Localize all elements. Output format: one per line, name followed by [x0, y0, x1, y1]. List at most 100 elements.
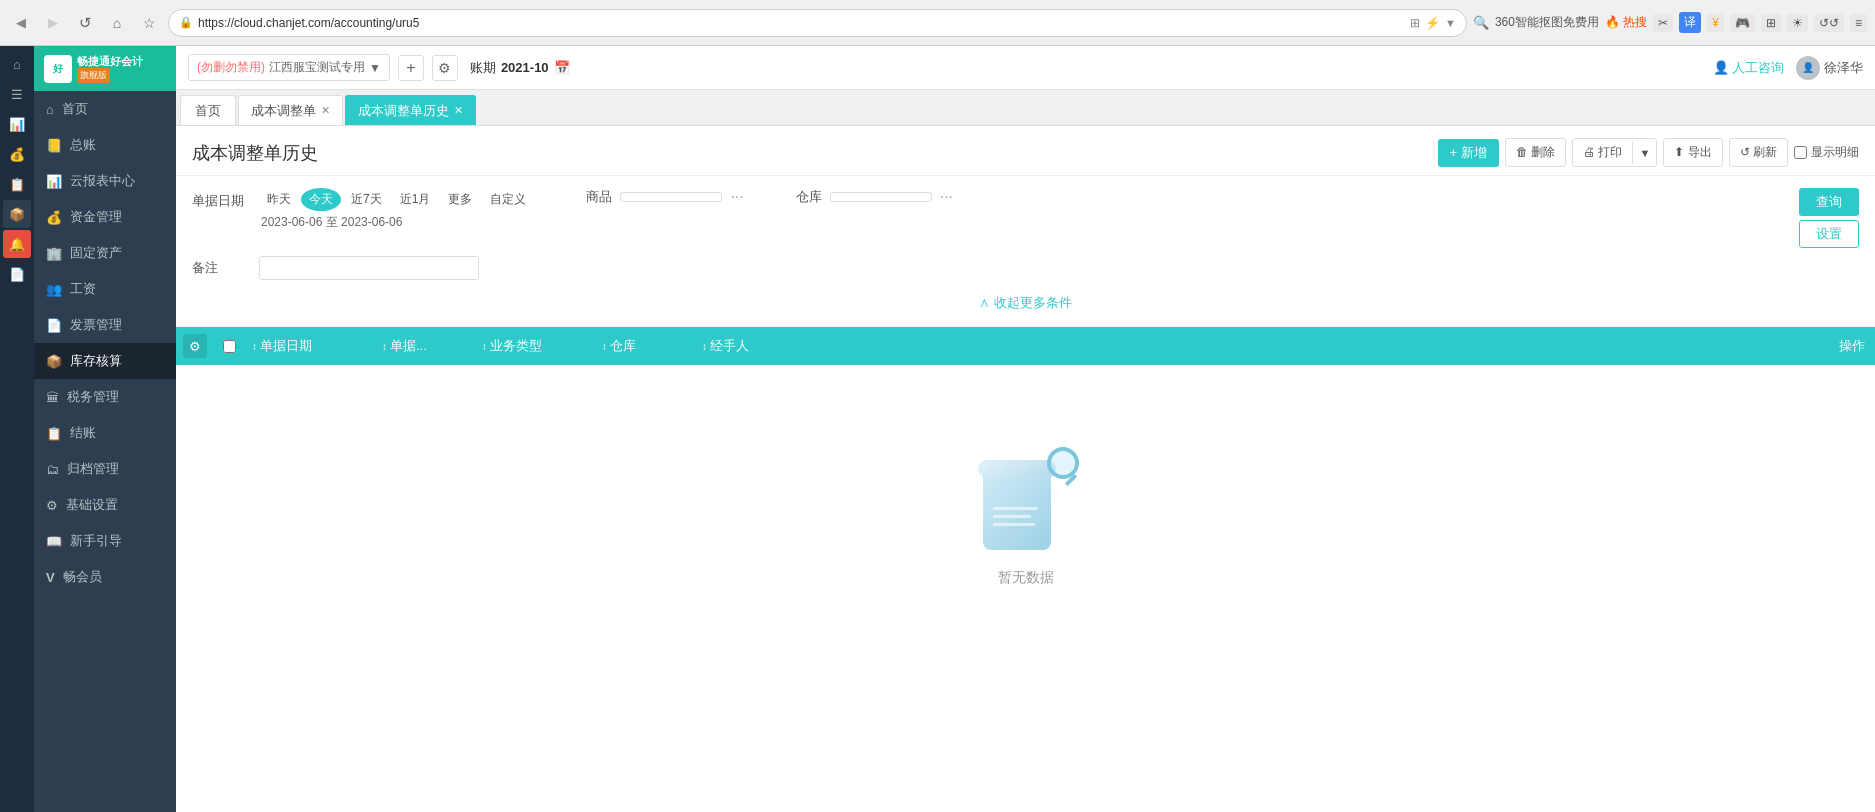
sidebar-item-tax[interactable]: 🏛 税务管理 — [34, 379, 176, 415]
sidebar-item-label: 云报表中心 — [70, 172, 135, 190]
th-date[interactable]: ↕ 单据日期 — [244, 337, 374, 355]
company-name: 江西服宝测试专用 — [269, 59, 365, 76]
sidebar-item-reports[interactable]: 📊 云报表中心 — [34, 163, 176, 199]
icon-bar-item-list[interactable]: ☰ — [3, 80, 31, 108]
warehouse-more-icon[interactable]: ··· — [940, 188, 953, 206]
tab-cost-adjust-history[interactable]: 成本调整单历史 ✕ — [345, 95, 476, 125]
translate-tool[interactable]: 译 — [1679, 12, 1701, 33]
sidebar-item-label: 库存核算 — [70, 352, 122, 370]
date-btn-more[interactable]: 更多 — [440, 188, 480, 211]
sidebar-item-home[interactable]: ⌂ 首页 — [34, 91, 176, 127]
query-actions: 查询 设置 — [1799, 188, 1859, 248]
undo-tool[interactable]: ↺↺ — [1814, 14, 1844, 32]
th-operator-label: 经手人 — [710, 337, 749, 355]
browser-forward-btn[interactable]: ▶ — [40, 10, 66, 36]
tab-home[interactable]: 首页 — [180, 95, 236, 125]
th-operator[interactable]: ↕ 经手人 — [694, 337, 814, 355]
icon-bar-item-money[interactable]: 💰 — [3, 140, 31, 168]
browser-back-btn[interactable]: ◀ — [8, 10, 34, 36]
browser-search-area: 🔍 360智能抠图免费用 🔥 热搜 ✂ 译 ¥ 🎮 ⊞ ☀ ↺↺ ≡ — [1473, 12, 1867, 33]
user-service[interactable]: 👤 人工咨询 — [1713, 59, 1784, 77]
collapse-btn[interactable]: ∧ 收起更多条件 — [979, 294, 1072, 312]
company-settings-btn[interactable]: ⚙ — [432, 55, 458, 81]
tab-history-close[interactable]: ✕ — [454, 104, 463, 117]
sidebar-item-guide[interactable]: 📖 新手引导 — [34, 523, 176, 559]
sidebar-item-closing[interactable]: 📋 结账 — [34, 415, 176, 451]
sidebar-item-invoice[interactable]: 📄 发票管理 — [34, 307, 176, 343]
browser-refresh-btn[interactable]: ↺ — [72, 10, 98, 36]
browser-star-btn[interactable]: ☆ — [136, 10, 162, 36]
select-all-checkbox[interactable] — [223, 340, 236, 353]
icon-bar-item-home[interactable]: ⌂ — [3, 50, 31, 78]
icon-bar-item-chart[interactable]: 📊 — [3, 110, 31, 138]
gold-tool[interactable]: ¥ — [1707, 14, 1724, 32]
date-btn-today[interactable]: 今天 — [301, 188, 341, 211]
calendar-icon[interactable]: 📅 — [554, 60, 570, 75]
delete-btn[interactable]: 🗑 删除 — [1505, 138, 1566, 167]
url-bar[interactable]: 🔒 https://cloud.chanjet.com/accounting/u… — [168, 9, 1467, 37]
date-btn-1month[interactable]: 近1月 — [392, 188, 439, 211]
add-company-btn[interactable]: + — [398, 55, 424, 81]
sidebar-item-assets[interactable]: 🏢 固定资产 — [34, 235, 176, 271]
hot-search-label[interactable]: 🔥 热搜 — [1605, 14, 1647, 31]
print-btn-group: 🖨 打印 ▼ — [1572, 138, 1657, 167]
icon-bar-item-red[interactable]: 🔔 — [3, 230, 31, 258]
sidebar-item-ledger[interactable]: 📒 总账 — [34, 127, 176, 163]
notes-input[interactable] — [259, 256, 479, 280]
user-name: 徐泽华 — [1824, 59, 1863, 77]
icon-bar: ⌂ ☰ 📊 💰 📋 📦 🔔 📄 — [0, 46, 34, 812]
sidebar-item-label: 畅会员 — [63, 568, 102, 586]
settings-btn[interactable]: 设置 — [1799, 220, 1859, 248]
th-type[interactable]: ↕ 业务类型 — [474, 337, 594, 355]
print-dropdown-btn[interactable]: ▼ — [1632, 142, 1656, 164]
date-btns-row: 昨天 今天 近7天 近1月 更多 自定义 — [259, 188, 534, 211]
date-filter-label: 单据日期 — [192, 188, 247, 210]
th-warehouse[interactable]: ↕ 仓库 — [594, 337, 694, 355]
filter-row-date: 单据日期 昨天 今天 近7天 近1月 更多 自定义 2023-06-06 至 2… — [192, 188, 1859, 248]
game-tool[interactable]: 🎮 — [1730, 14, 1755, 32]
print-btn[interactable]: 🖨 打印 — [1573, 139, 1632, 166]
menu-tool[interactable]: ≡ — [1850, 14, 1867, 32]
sun-tool[interactable]: ☀ — [1787, 14, 1808, 32]
refresh-btn[interactable]: ↺ 刷新 — [1729, 138, 1788, 167]
icon-bar-item-invoice[interactable]: 📄 — [3, 260, 31, 288]
company-selector[interactable]: (勿删勿禁用) 江西服宝测试专用 ▼ — [188, 54, 390, 81]
th-warehouse-label: 仓库 — [610, 337, 636, 355]
date-btn-custom[interactable]: 自定义 — [482, 188, 534, 211]
filter-row-notes: 备注 — [192, 256, 1859, 280]
sidebar-item-archive[interactable]: 🗂 归档管理 — [34, 451, 176, 487]
icon-bar-item-doc[interactable]: 📋 — [3, 170, 31, 198]
cut-tool[interactable]: ✂ — [1653, 14, 1673, 32]
ai-search-label[interactable]: 360智能抠图免费用 — [1495, 14, 1599, 31]
th-num[interactable]: ↕ 单据... — [374, 337, 474, 355]
sidebar-item-payroll[interactable]: 👥 工资 — [34, 271, 176, 307]
warehouse-dropdown[interactable] — [830, 192, 932, 202]
sidebar-item-inventory[interactable]: 📦 库存核算 — [34, 343, 176, 379]
goods-dropdown[interactable] — [620, 192, 722, 202]
goods-more-icon[interactable]: ··· — [730, 188, 743, 206]
show-cols-checkbox[interactable]: 显示明细 — [1794, 144, 1859, 161]
archive-icon: 🗂 — [46, 462, 59, 477]
tab-cost-adjust[interactable]: 成本调整单 ✕ — [238, 95, 343, 125]
show-cols-input[interactable] — [1794, 146, 1807, 159]
warehouse-filter: 仓库 ··· — [796, 188, 953, 206]
export-btn[interactable]: ⬆ 导出 — [1663, 138, 1722, 167]
tab-cost-adjust-close[interactable]: ✕ — [321, 104, 330, 117]
sidebar-item-settings[interactable]: ⚙ 基础设置 — [34, 487, 176, 523]
lightning-icon: ⚡ — [1425, 16, 1440, 30]
new-btn[interactable]: + 新增 — [1438, 139, 1499, 167]
date-btn-yesterday[interactable]: 昨天 — [259, 188, 299, 211]
user-info[interactable]: 👤 徐泽华 — [1796, 56, 1863, 80]
grid-tool[interactable]: ⊞ — [1761, 14, 1781, 32]
collapse-section: ∧ 收起更多条件 — [192, 288, 1859, 314]
icon-bar-item-active[interactable]: 📦 — [3, 200, 31, 228]
th-date-label: 单据日期 — [260, 337, 312, 355]
browser-home-btn[interactable]: ⌂ — [104, 10, 130, 36]
date-btn-7days[interactable]: 近7天 — [343, 188, 390, 211]
service-label: 人工咨询 — [1732, 59, 1784, 77]
sidebar-item-funds[interactable]: 💰 资金管理 — [34, 199, 176, 235]
sidebar-item-label: 首页 — [62, 100, 88, 118]
gear-icon[interactable]: ⚙ — [183, 334, 207, 358]
sidebar-item-vip[interactable]: V 畅会员 — [34, 559, 176, 595]
query-btn[interactable]: 查询 — [1799, 188, 1859, 216]
